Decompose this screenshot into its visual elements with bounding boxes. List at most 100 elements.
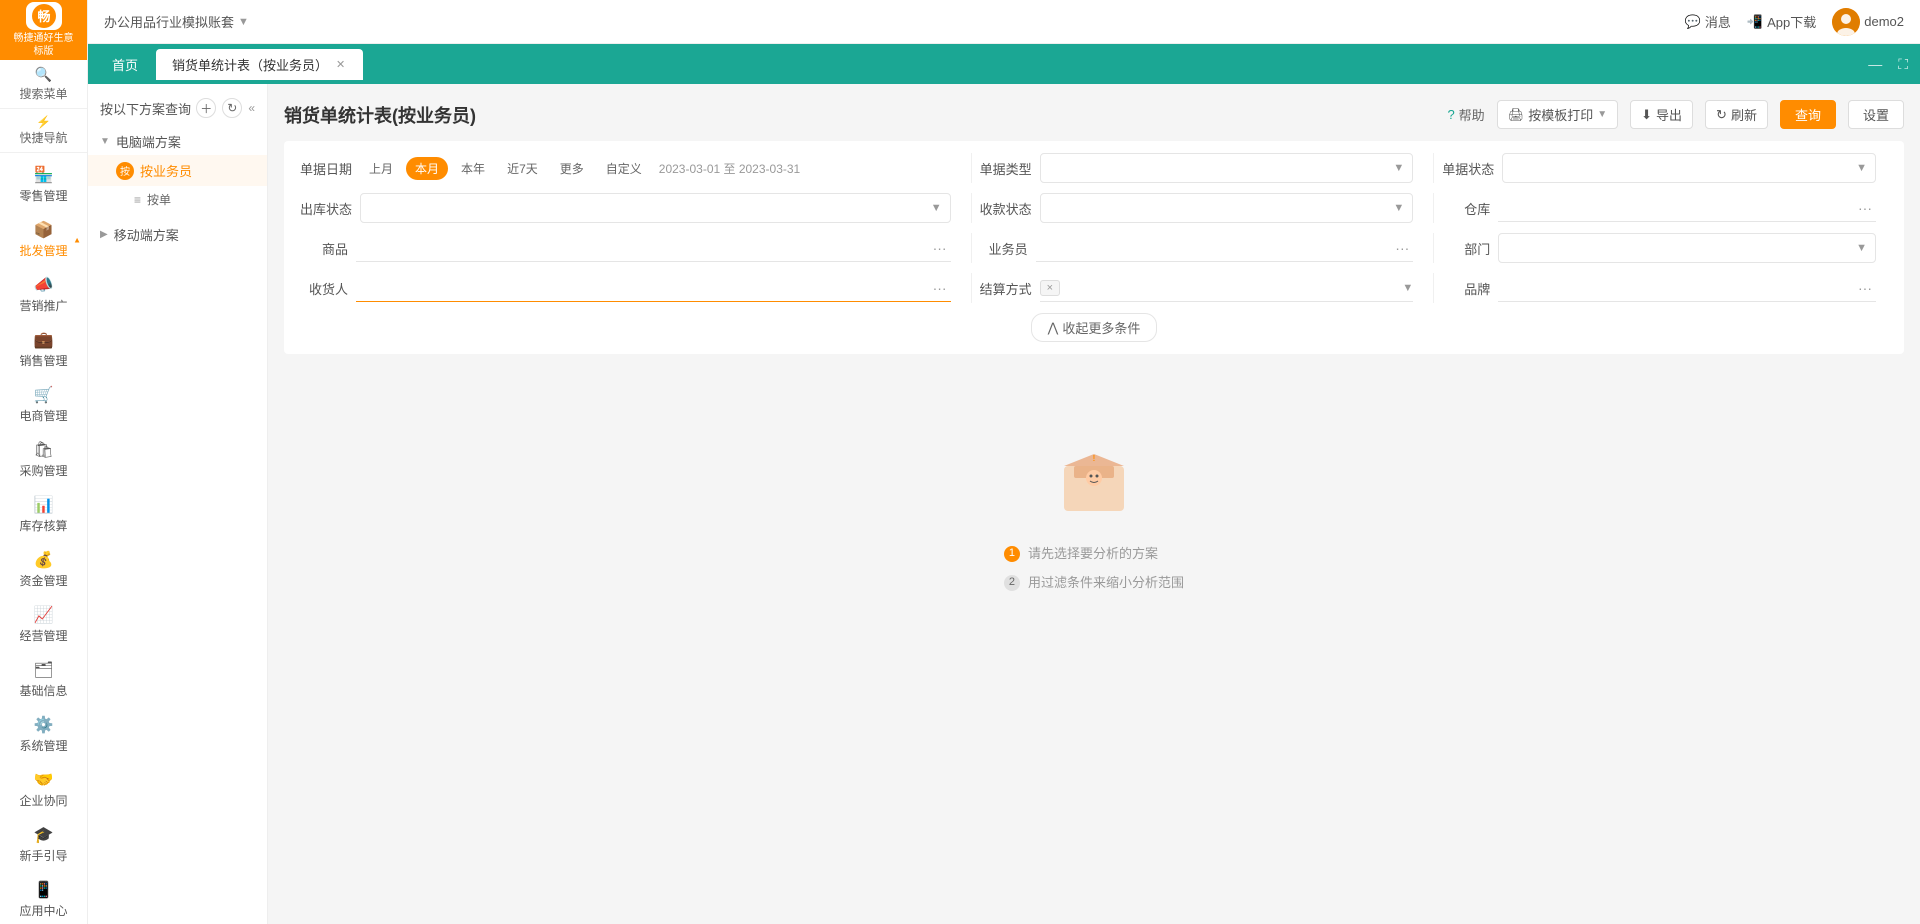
tab-home-label: 首页 [112,55,138,74]
sidebar-item-ecommerce[interactable]: 🛒 电商管理 [0,377,87,432]
logo-icon: 畅 [26,2,62,30]
doc-type-dropdown[interactable]: ▼ [1040,153,1414,183]
settings-btn[interactable]: 设置 [1848,100,1904,129]
tip-num-1: 1 [1004,546,1020,562]
filter-staff: 业务员 ··· [980,234,1426,262]
message-btn[interactable]: 💬 消息 [1685,12,1731,31]
filter-settlement: 结算方式 × ▼ [980,274,1426,302]
topbar: 办公用品行业模拟账套 ▼ 💬 消息 📲 App下载 [88,0,1920,44]
tab-sales-stat[interactable]: 销货单统计表（按业务员） ✕ [156,49,363,80]
lp-section-desktop-header[interactable]: ▼ 电脑端方案 [88,128,267,155]
receiver-input[interactable] [356,280,929,295]
help-btn[interactable]: ? 帮助 [1447,105,1484,124]
filter-divider-8 [1433,273,1434,303]
lp-item-by-staff-label: 按业务员 [140,161,192,180]
staff-ellipsis[interactable]: ··· [1391,240,1413,256]
sidebar-item-newbie[interactable]: 🎓 新手引导 [0,817,87,872]
inventory-label: 库存核算 [19,517,67,534]
lp-mobile-arrow-icon: ▶ [100,229,108,240]
warehouse-input[interactable] [1498,200,1854,215]
sidebar-item-ops[interactable]: 📈 经营管理 [0,597,87,652]
date-btn-last-month[interactable]: 上月 [360,157,402,180]
staff-input[interactable] [1036,240,1392,255]
doc-status-dropdown[interactable]: ▼ [1502,153,1876,183]
lp-add-btn[interactable]: ＋ [196,98,216,118]
sidebar-item-wholesale[interactable]: 📦 批发管理 [0,212,87,267]
lp-collapse-btn[interactable]: « [248,101,255,115]
search-menu[interactable]: 🔍 搜索菜单 [0,60,87,109]
lp-refresh-btn[interactable]: ↻ [222,98,242,118]
export-btn[interactable]: ⬇ 导出 [1630,100,1693,129]
export-label: 导出 [1656,105,1682,124]
receive-status-label: 收款状态 [980,199,1040,218]
marketing-icon: 📣 [34,275,54,295]
system-label: 系统管理 [19,737,67,754]
user-menu[interactable]: demo2 [1832,8,1904,36]
sidebar: 畅 畅捷通好生意 标版 🔍 搜索菜单 ⚡ 快捷导航 🏪 零售管理 📦 批发管理 … [0,0,88,924]
goods-ellipsis[interactable]: ··· [929,240,951,256]
date-btn-7days[interactable]: 近7天 [498,157,547,180]
filter-receive-status: 收款状态 ▼ [980,193,1426,223]
lp-sub-item-by-order[interactable]: ≡ 按单 [88,186,267,213]
date-btn-custom[interactable]: 自定义 [597,157,651,180]
left-panel-header: 按以下方案查询 ＋ ↻ « [88,92,267,124]
receiver-ellipsis[interactable]: ··· [929,280,951,296]
purchase-label: 采购管理 [19,462,67,479]
finance-icon: 💰 [34,550,54,570]
filter-divider-4 [1433,193,1434,223]
tab-close-icon[interactable]: ✕ [334,56,347,73]
enterprise-label: 企业协同 [19,792,67,809]
out-status-dropdown[interactable]: ▼ [360,193,951,223]
refresh-btn[interactable]: ↻ 刷新 [1705,100,1768,129]
quick-nav[interactable]: ⚡ 快捷导航 [0,109,87,153]
print-btn[interactable]: 🖨 按模板打印 ▼ [1497,100,1618,129]
main-area: 办公用品行业模拟账套 ▼ 💬 消息 📲 App下载 [88,0,1920,924]
brand-input[interactable] [1498,280,1854,295]
brand-ellipsis[interactable]: ··· [1854,280,1876,296]
goods-input-wrap: ··· [356,234,951,262]
sidebar-item-system[interactable]: ⚙️ 系统管理 [0,707,87,762]
wholesale-icon: 📦 [34,220,54,240]
sidebar-item-appstore[interactable]: 📱 应用中心 [0,872,87,924]
warehouse-ellipsis[interactable]: ··· [1854,200,1876,216]
quick-nav-label: 快捷导航 [19,129,67,146]
collapse-btn[interactable]: ⋀ 收起更多条件 [1031,313,1158,342]
sidebar-item-basic[interactable]: 🗂 基础信息 [0,652,87,707]
lp-item-by-staff[interactable]: 按 按业务员 [88,155,267,186]
tab-sales-stat-label: 销货单统计表（按业务员） [172,55,328,74]
ops-icon: 📈 [34,605,54,625]
basic-icon: 🗂 [33,660,53,680]
sidebar-item-enterprise[interactable]: 🤝 企业协同 [0,762,87,817]
settlement-arrow-icon: ▼ [1402,282,1413,294]
tab-minimize-btn[interactable]: — [1864,52,1886,76]
sidebar-item-retail[interactable]: 🏪 零售管理 [0,157,87,212]
tabbar: 首页 销货单统计表（按业务员） ✕ — ⛶ [88,44,1920,84]
tip-text-1: 请先选择要分析的方案 [1028,542,1158,565]
ecommerce-label: 电商管理 [19,407,67,424]
date-btn-this-month[interactable]: 本月 [406,157,448,180]
sidebar-item-marketing[interactable]: 📣 营销推广 [0,267,87,322]
app-download-btn[interactable]: 📲 App下载 [1747,12,1816,31]
basic-label: 基础信息 [19,682,67,699]
goods-input[interactable] [356,240,929,255]
date-btn-more[interactable]: 更多 [551,157,593,180]
lp-section-mobile-header[interactable]: ▶ 移动端方案 [88,221,267,248]
sidebar-item-purchase[interactable]: 🛍 采购管理 [0,432,87,487]
account-selector[interactable]: 办公用品行业模拟账套 ▼ [104,12,249,31]
tab-home[interactable]: 首页 [96,49,154,80]
filter-receiver: 收货人 ··· [300,274,963,302]
sidebar-item-finance[interactable]: 💰 资金管理 [0,542,87,597]
date-btn-this-year[interactable]: 本年 [452,157,494,180]
query-btn[interactable]: 查询 [1780,100,1836,129]
sidebar-logo: 畅 畅捷通好生意 标版 [0,0,87,60]
sidebar-item-inventory[interactable]: 📊 库存核算 [0,487,87,542]
tab-maximize-btn[interactable]: ⛶ [1894,52,1912,77]
receive-status-dropdown[interactable]: ▼ [1040,193,1414,223]
lp-mobile-label: 移动端方案 [114,225,179,244]
message-label: 消息 [1705,12,1731,31]
settlement-label: 结算方式 [980,279,1040,298]
dept-dropdown[interactable]: ▼ [1498,233,1876,263]
filter-doc-status: 单据状态 ▼ [1442,153,1888,183]
sidebar-item-sales[interactable]: 💼 销售管理 [0,322,87,377]
settlement-tag-close[interactable]: × [1047,282,1053,294]
